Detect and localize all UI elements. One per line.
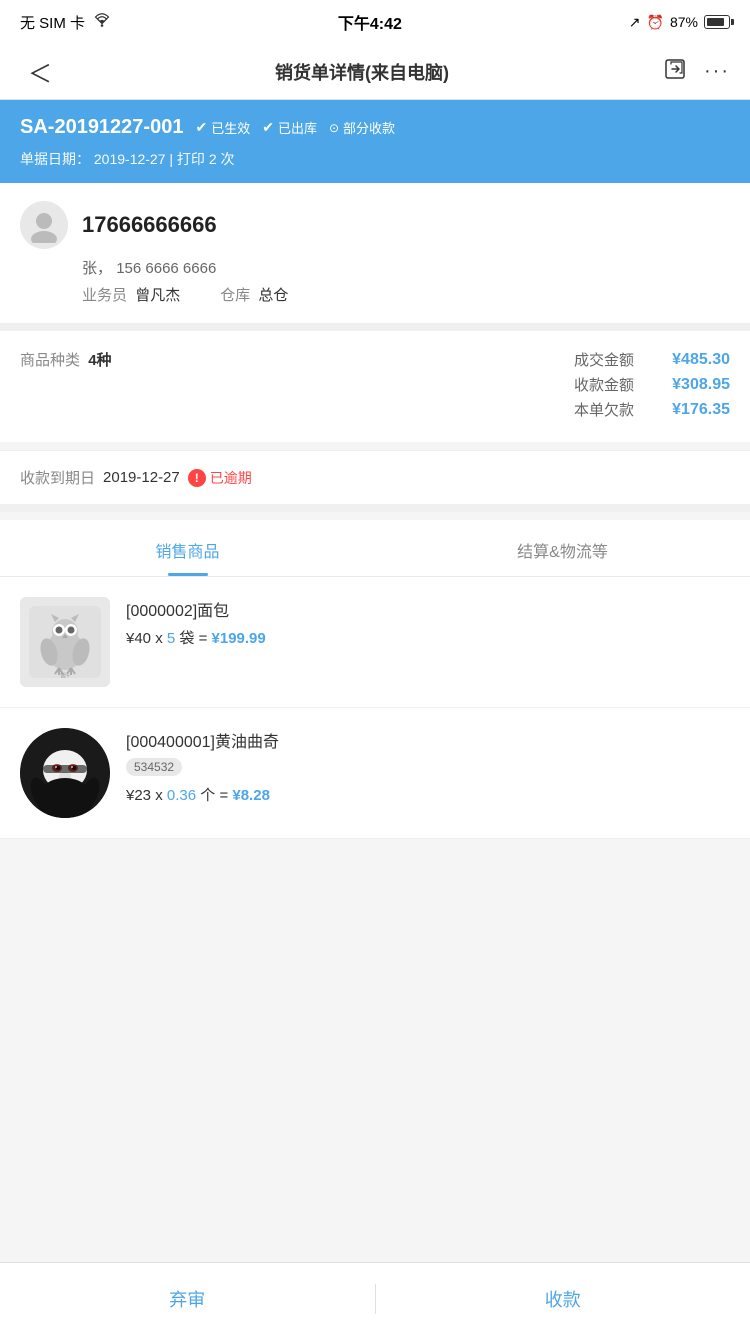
confirm-button[interactable]: 收款 xyxy=(376,1266,750,1332)
deal-amount-row: 成交金额 ¥485.30 xyxy=(574,349,730,370)
order-banner: SA-20191227-001 ✔ 已生效 ✔ 已出库 ⊙ 部分收款 单据日期：… xyxy=(0,100,750,183)
order-meta: 单据日期： 2019-12-27 | 打印 2 次 xyxy=(20,149,730,169)
customer-avatar xyxy=(20,201,68,249)
product-type-info: 商品种类 4种 xyxy=(20,349,112,370)
check-icon-2: ✔ xyxy=(262,119,274,136)
product-details-1: [0000002]面包 ¥40 x 5 袋 = ¥199.99 xyxy=(126,597,730,648)
customer-phone: 17666666666 xyxy=(82,212,217,238)
product-details-2: [000400001]黄油曲奇 534532 ¥23 x 0.36 个 = ¥8… xyxy=(126,728,730,805)
status-partial-payment: ⊙ 部分收款 xyxy=(329,118,395,137)
customer-info-row: 业务员 曾凡杰 仓库 总仓 xyxy=(82,284,730,305)
tabs-section: 销售商品 结算&物流等 xyxy=(0,520,750,577)
page-title: 销货单详情(来自电脑) xyxy=(275,59,449,85)
customer-name-phone: 张， 156 6666 6666 xyxy=(82,257,730,278)
status-right: ↗ ⏰ 87% xyxy=(629,14,730,31)
product-thumbnail-1: 暂+ xyxy=(20,597,110,687)
product-item: 暂+ [0000002]面包 ¥40 x 5 袋 = ¥199.99 xyxy=(0,577,750,708)
order-id-row: SA-20191227-001 ✔ 已生效 ✔ 已出库 ⊙ 部分收款 xyxy=(20,116,730,139)
product-name-1: [0000002]面包 xyxy=(126,597,730,621)
status-effected: ✔ 已生效 xyxy=(195,118,250,137)
status-bar: 无 SIM 卡 下午4:42 ↗ ⏰ 87% xyxy=(0,0,750,44)
carrier-text: 无 SIM 卡 xyxy=(20,12,85,33)
product-sku-2: 534532 xyxy=(126,758,182,776)
product-price-2: ¥23 x 0.36 个 = ¥8.28 xyxy=(126,784,730,805)
customer-row: 17666666666 xyxy=(20,201,730,249)
customer-section: 17666666666 张， 156 6666 6666 业务员 曾凡杰 仓库 … xyxy=(0,183,750,323)
tab-billing[interactable]: 结算&物流等 xyxy=(375,520,750,576)
amounts-block: 成交金额 ¥485.30 收款金额 ¥308.95 本单欠款 ¥176.35 xyxy=(574,349,730,424)
more-button[interactable]: ··· xyxy=(704,60,730,83)
cancel-button[interactable]: 弃审 xyxy=(0,1266,375,1332)
bottom-bar: 弃审 收款 xyxy=(0,1262,750,1334)
product-thumbnail-2 xyxy=(20,728,110,818)
battery-icon xyxy=(704,15,730,29)
warehouse-info: 仓库 总仓 xyxy=(220,284,288,305)
wifi-icon xyxy=(93,13,111,31)
overdue-badge: ! 已逾期 xyxy=(188,468,252,488)
location-icon: ↗ xyxy=(629,14,641,31)
balance-amount-row: 本单欠款 ¥176.35 xyxy=(574,399,730,420)
summary-row: 商品种类 4种 成交金额 ¥485.30 收款金额 ¥308.95 本单欠款 ¥… xyxy=(20,349,730,424)
nav-bar: ＜ 销货单详情(来自电脑) ··· xyxy=(0,44,750,100)
share-button[interactable] xyxy=(664,58,686,86)
tabs-row: 销售商品 结算&物流等 xyxy=(0,520,750,576)
due-date-value: 2019-12-27 xyxy=(103,469,180,486)
check-icon: ✔ xyxy=(195,119,207,136)
clock-icon: ⊙ xyxy=(329,121,339,135)
status-time: 下午4:42 xyxy=(338,10,402,34)
battery-text: 87% xyxy=(670,14,698,30)
divider-1 xyxy=(0,323,750,331)
product-list: 暂+ [0000002]面包 ¥40 x 5 袋 = ¥199.99 xyxy=(0,577,750,839)
tab-products[interactable]: 销售商品 xyxy=(0,520,375,576)
product-item-2: [000400001]黄油曲奇 534532 ¥23 x 0.36 个 = ¥8… xyxy=(0,708,750,839)
due-date-section: 收款到期日 2019-12-27 ! 已逾期 xyxy=(0,450,750,504)
back-button[interactable]: ＜ xyxy=(20,46,60,97)
divider-2 xyxy=(0,504,750,512)
status-left: 无 SIM 卡 xyxy=(20,12,111,33)
product-name-2: [000400001]黄油曲奇 xyxy=(126,728,730,752)
received-amount-row: 收款金额 ¥308.95 xyxy=(574,374,730,395)
sales-info: 业务员 曾凡杰 xyxy=(82,284,180,305)
summary-section: 商品种类 4种 成交金额 ¥485.30 收款金额 ¥308.95 本单欠款 ¥… xyxy=(0,331,750,442)
status-shipped: ✔ 已出库 xyxy=(262,118,317,137)
overdue-warning-icon: ! xyxy=(188,469,206,487)
nav-actions: ··· xyxy=(664,58,730,86)
product-price-1: ¥40 x 5 袋 = ¥199.99 xyxy=(126,627,730,648)
order-id: SA-20191227-001 xyxy=(20,116,183,139)
alarm-icon: ⏰ xyxy=(647,14,664,31)
